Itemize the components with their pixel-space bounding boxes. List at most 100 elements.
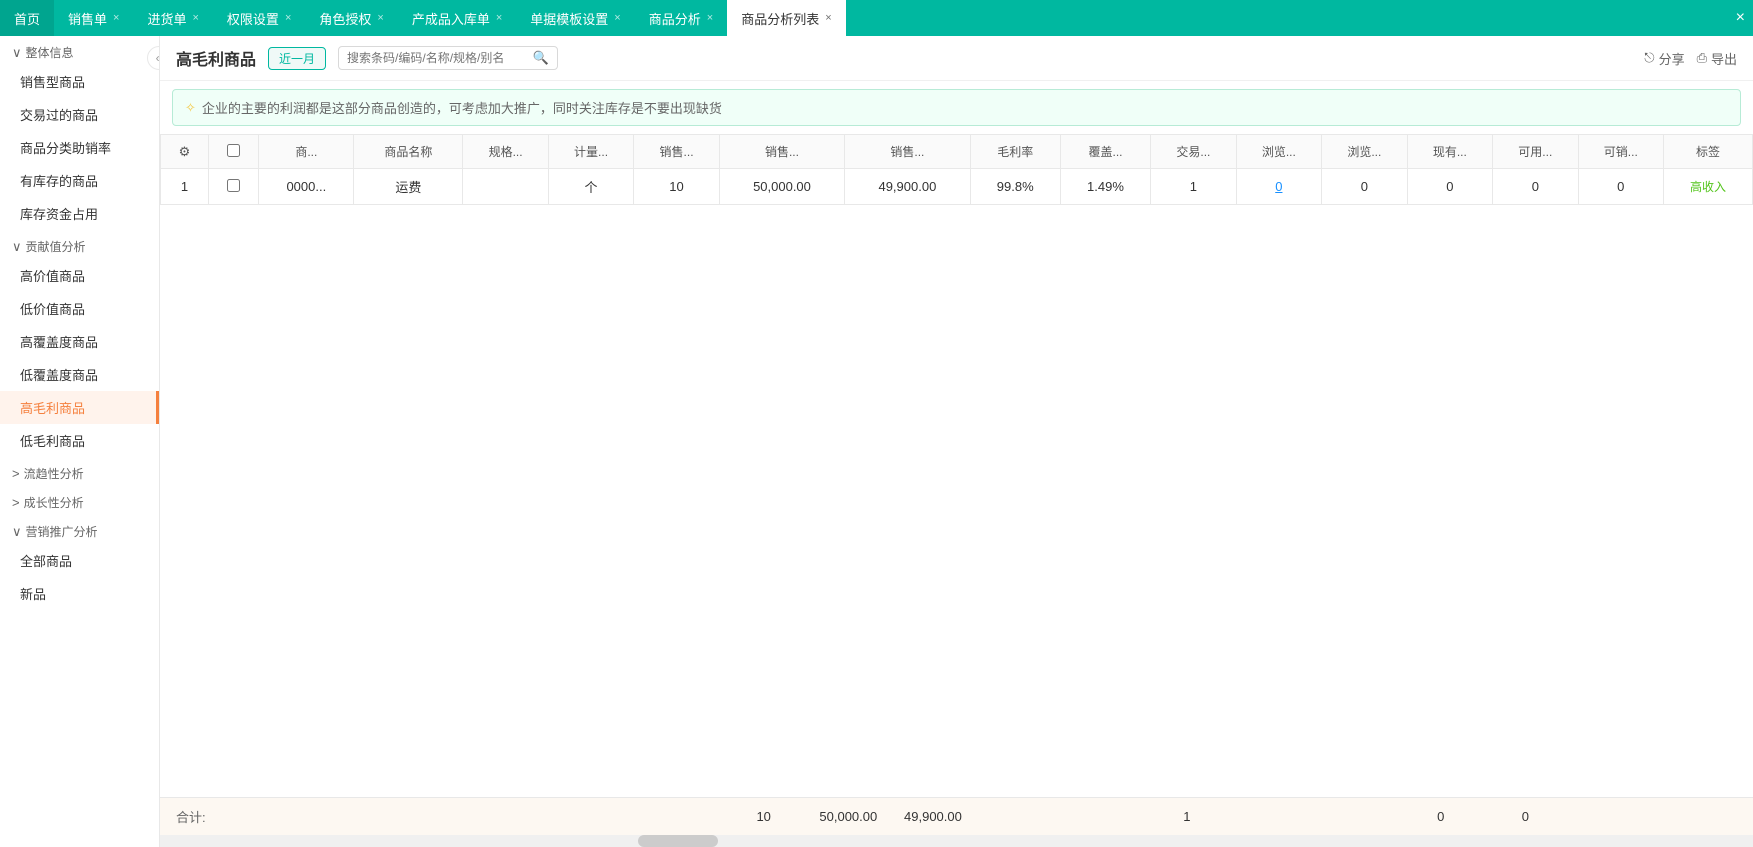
content-header: 高毛利商品 近一月 🔍 ⎋ 分享 ⎙ 导出 — [160, 36, 1753, 81]
cell-stock1: 0 — [1407, 169, 1492, 205]
nav-close-icon[interactable]: × — [285, 12, 291, 24]
nav-item-单据模板设置[interactable]: 单据模板设置× — [516, 0, 634, 36]
cell-salesAmt: 50,000.00 — [719, 169, 844, 205]
nav-close-icon[interactable]: × — [614, 12, 620, 24]
footer-cell-6: 10 — [721, 809, 806, 824]
export-button[interactable]: ⎙ 导出 — [1697, 49, 1737, 68]
tag-label: 高收入 — [1690, 180, 1726, 194]
nav-close-icon[interactable]: × — [192, 12, 198, 24]
col-header-no[interactable]: 商... — [259, 135, 354, 169]
footer-cell-15: 0 — [1483, 809, 1568, 824]
cell-views2: 0 — [1322, 169, 1407, 205]
col-header-transactions[interactable]: 交易... — [1151, 135, 1236, 169]
col-header-checkbox[interactable] — [209, 135, 259, 169]
table-row: 10000...运费个1050,000.0049,900.0099.8%1.49… — [161, 169, 1753, 205]
cell-tag: 高收入 — [1664, 169, 1753, 205]
arrow-icon: ∨ — [12, 524, 22, 540]
nav-item-商品分析列表[interactable]: 商品分析列表× — [727, 0, 845, 36]
share-icon: ⎋ — [1644, 50, 1654, 66]
cell-salesProfit: 49,900.00 — [845, 169, 970, 205]
close-app-button[interactable]: × — [1736, 9, 1745, 27]
views-link[interactable]: 0 — [1275, 179, 1282, 194]
page-title: 高毛利商品 — [176, 46, 256, 70]
sidebar-item-全部商品[interactable]: 全部商品 — [0, 544, 159, 577]
period-button[interactable]: 近一月 — [268, 47, 326, 70]
col-header-name[interactable]: 商品名称 — [354, 135, 463, 169]
table-header-row: ⚙商...商品名称规格...计量...销售...销售...销售...毛利率覆盖.… — [161, 135, 1753, 169]
col-header-settings[interactable]: ⚙ — [161, 135, 209, 169]
nav-close-icon[interactable]: × — [377, 12, 383, 24]
col-header-tag[interactable]: 标签 — [1664, 135, 1753, 169]
col-header-stock2[interactable]: 可用... — [1493, 135, 1578, 169]
sidebar-section-贡献值分析[interactable]: ∨ 贡献值分析 — [0, 230, 159, 259]
col-header-coverage[interactable]: 覆盖... — [1060, 135, 1150, 169]
col-header-views2[interactable]: 浏览... — [1322, 135, 1407, 169]
nav-close-icon[interactable]: × — [496, 12, 502, 24]
nav-item-商品分析[interactable]: 商品分析× — [635, 0, 727, 36]
search-icon[interactable]: 🔍 — [533, 50, 549, 66]
cell-views1[interactable]: 0 — [1236, 169, 1321, 205]
cell-grossRate: 99.8% — [970, 169, 1060, 205]
nav-close-icon[interactable]: × — [113, 12, 119, 24]
sidebar-section-成长性分析[interactable]: > 成长性分析 — [0, 486, 159, 515]
col-header-grossRate[interactable]: 毛利率 — [970, 135, 1060, 169]
table-wrapper[interactable]: ⚙商...商品名称规格...计量...销售...销售...销售...毛利率覆盖.… — [160, 134, 1753, 797]
sidebar-section-整体信息[interactable]: ∨ 整体信息 — [0, 36, 159, 65]
share-button[interactable]: ⎋ 分享 — [1644, 49, 1684, 68]
header-actions: ⎋ 分享 ⎙ 导出 — [1644, 49, 1737, 68]
info-bar: ✧ 企业的主要的利润都是这部分商品创造的，可考虑加大推广，同时关注库存是不要出现… — [172, 89, 1741, 126]
sidebar-item-库存资金占用[interactable]: 库存资金占用 — [0, 197, 159, 230]
cell-salesQty: 10 — [634, 169, 719, 205]
cell-stock3: 0 — [1578, 169, 1663, 205]
cell-stock2: 0 — [1493, 169, 1578, 205]
sidebar-item-高毛利商品[interactable]: 高毛利商品 — [0, 391, 159, 424]
export-icon: ⎙ — [1697, 50, 1707, 66]
cell-transactions: 1 — [1151, 169, 1236, 205]
select-all-checkbox[interactable] — [227, 144, 240, 157]
bottom-scrollbar[interactable] — [160, 835, 1753, 847]
footer-cell-7: 50,000.00 — [806, 809, 891, 824]
sidebar-item-销售型商品[interactable]: 销售型商品 — [0, 65, 159, 98]
cell-spec — [463, 169, 548, 205]
col-header-stock1[interactable]: 现有... — [1407, 135, 1492, 169]
nav-item-角色授权[interactable]: 角色授权× — [305, 0, 397, 36]
search-box: 🔍 — [338, 46, 558, 70]
col-header-stock3[interactable]: 可销... — [1578, 135, 1663, 169]
col-header-unit[interactable]: 计量... — [548, 135, 633, 169]
nav-item-首页[interactable]: 首页 — [0, 0, 54, 36]
sidebar-item-商品分类助销率[interactable]: 商品分类助销率 — [0, 131, 159, 164]
scrollbar-thumb[interactable] — [638, 835, 718, 847]
cell-name: 运费 — [354, 169, 463, 205]
col-header-salesQty[interactable]: 销售... — [634, 135, 719, 169]
cell-checkbox[interactable] — [209, 169, 259, 205]
col-header-salesProfit[interactable]: 销售... — [845, 135, 970, 169]
col-header-spec[interactable]: 规格... — [463, 135, 548, 169]
sidebar-section-营销推广分析[interactable]: ∨ 营销推广分析 — [0, 515, 159, 544]
info-text: 企业的主要的利润都是这部分商品创造的，可考虑加大推广，同时关注库存是不要出现缺货 — [202, 98, 722, 117]
nav-item-权限设置[interactable]: 权限设置× — [213, 0, 305, 36]
nav-item-销售单[interactable]: 销售单× — [54, 0, 133, 36]
sidebar-section-流趋性分析[interactable]: > 流趋性分析 — [0, 457, 159, 486]
search-input[interactable] — [347, 51, 527, 65]
row-checkbox[interactable] — [227, 179, 240, 192]
nav-close-icon[interactable]: × — [707, 12, 713, 24]
sidebar-item-低毛利商品[interactable]: 低毛利商品 — [0, 424, 159, 457]
arrow-icon: > — [12, 495, 20, 510]
arrow-icon: > — [12, 466, 20, 481]
nav-close-icon[interactable]: × — [825, 12, 831, 24]
sidebar-item-交易过的商品[interactable]: 交易过的商品 — [0, 98, 159, 131]
sidebar-item-高覆盖度商品[interactable]: 高覆盖度商品 — [0, 325, 159, 358]
nav-item-进货单[interactable]: 进货单× — [133, 0, 212, 36]
sidebar-item-高价值商品[interactable]: 高价值商品 — [0, 259, 159, 292]
nav-item-产成品入库单[interactable]: 产成品入库单× — [398, 0, 516, 36]
col-header-salesAmt[interactable]: 销售... — [719, 135, 844, 169]
settings-icon[interactable]: ⚙ — [179, 144, 191, 159]
main-layout: « ∨ 整体信息销售型商品交易过的商品商品分类助销率有库存的商品库存资金占用∨ … — [0, 36, 1753, 847]
sidebar-item-低价值商品[interactable]: 低价值商品 — [0, 292, 159, 325]
sidebar-item-新品[interactable]: 新品 — [0, 577, 159, 610]
table-body: 10000...运费个1050,000.0049,900.0099.8%1.49… — [161, 169, 1753, 205]
sidebar-item-有库存的商品[interactable]: 有库存的商品 — [0, 164, 159, 197]
sidebar: « ∨ 整体信息销售型商品交易过的商品商品分类助销率有库存的商品库存资金占用∨ … — [0, 36, 160, 847]
col-header-views1[interactable]: 浏览... — [1236, 135, 1321, 169]
sidebar-item-低覆盖度商品[interactable]: 低覆盖度商品 — [0, 358, 159, 391]
